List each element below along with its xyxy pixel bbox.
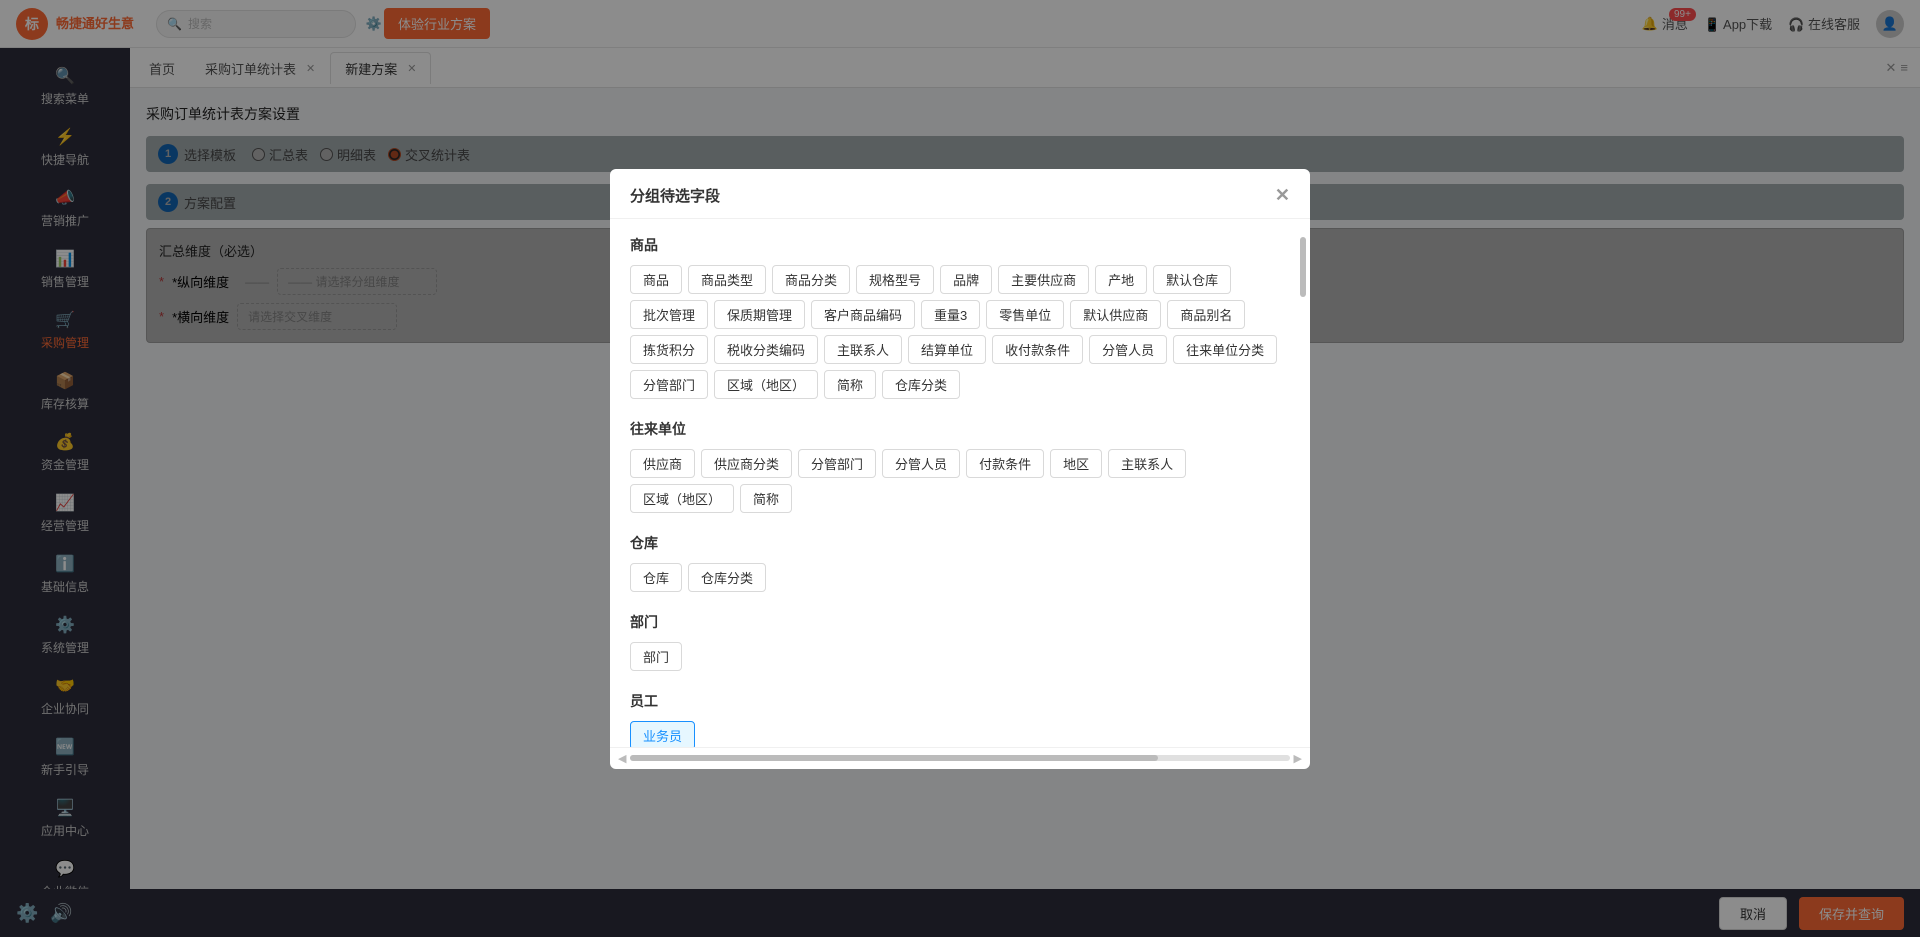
field-supplier-category[interactable]: 供应商分类 [701,449,792,478]
field-warehouse-category[interactable]: 仓库分类 [688,563,766,592]
field-pick-points[interactable]: 拣货积分 [630,335,708,364]
field-person-partner[interactable]: 分管人员 [882,449,960,478]
field-short-name-product[interactable]: 简称 [824,370,876,399]
field-payment-cond[interactable]: 付款条件 [966,449,1044,478]
field-short-name-partner[interactable]: 简称 [740,484,792,513]
modal-overlay: 分组待选字段 ✕ 商品 商品 商品类型 商品分类 规格型号 品牌 主要供应商 产… [0,0,1920,937]
field-region-partner[interactable]: 地区 [1050,449,1102,478]
field-customer-code[interactable]: 客户商品编码 [811,300,915,329]
field-product-alias[interactable]: 商品别名 [1167,300,1245,329]
field-tax-code[interactable]: 税收分类编码 [714,335,818,364]
field-main-supplier[interactable]: 主要供应商 [998,265,1089,294]
field-warehouse[interactable]: 仓库 [630,563,682,592]
product-fields: 商品 商品类型 商品分类 规格型号 品牌 主要供应商 产地 默认仓库 批次管理 … [630,265,1290,399]
scroll-left-icon[interactable]: ◀ [618,752,626,765]
field-batch-mgmt[interactable]: 批次管理 [630,300,708,329]
section-warehouse: 仓库 仓库 仓库分类 [630,533,1290,592]
field-supplier[interactable]: 供应商 [630,449,695,478]
field-shelf-life[interactable]: 保质期管理 [714,300,805,329]
field-dept-partner[interactable]: 分管部门 [798,449,876,478]
field-settlement-unit[interactable]: 结算单位 [908,335,986,364]
field-sales-person[interactable]: 业务员 [630,721,695,747]
section-partner: 往来单位 供应商 供应商分类 分管部门 分管人员 付款条件 地区 主联系人 区域… [630,419,1290,513]
field-payment-terms[interactable]: 收付款条件 [992,335,1083,364]
modal-header: 分组待选字段 ✕ [610,169,1310,219]
field-partner-category[interactable]: 往来单位分类 [1173,335,1277,364]
field-main-contact-partner[interactable]: 主联系人 [1108,449,1186,478]
field-dept-supervisor[interactable]: 分管部门 [630,370,708,399]
field-region-product[interactable]: 区域（地区） [714,370,818,399]
field-warehouse-category-product[interactable]: 仓库分类 [882,370,960,399]
group-field-modal: 分组待选字段 ✕ 商品 商品 商品类型 商品分类 规格型号 品牌 主要供应商 产… [610,169,1310,769]
section-dept-title: 部门 [630,612,1290,632]
field-main-contact[interactable]: 主联系人 [824,335,902,364]
field-dept[interactable]: 部门 [630,642,682,671]
field-origin[interactable]: 产地 [1095,265,1147,294]
modal-body: 商品 商品 商品类型 商品分类 规格型号 品牌 主要供应商 产地 默认仓库 批次… [610,219,1310,747]
section-product: 商品 商品 商品类型 商品分类 规格型号 品牌 主要供应商 产地 默认仓库 批次… [630,235,1290,399]
partner-fields: 供应商 供应商分类 分管部门 分管人员 付款条件 地区 主联系人 区域（地区） … [630,449,1290,513]
section-dept: 部门 部门 [630,612,1290,671]
field-default-supplier[interactable]: 默认供应商 [1070,300,1161,329]
section-employee-title: 员工 [630,691,1290,711]
field-product[interactable]: 商品 [630,265,682,294]
field-retail-unit[interactable]: 零售单位 [986,300,1064,329]
field-brand[interactable]: 品牌 [940,265,992,294]
field-region2-partner[interactable]: 区域（地区） [630,484,734,513]
section-product-title: 商品 [630,235,1290,255]
modal-title: 分组待选字段 [630,185,720,206]
field-spec-model[interactable]: 规格型号 [856,265,934,294]
modal-footer-scrollbar: ◀ ▶ [610,747,1310,769]
scrollbar-thumb[interactable] [1300,237,1306,297]
horizontal-scrollbar-thumb[interactable] [630,755,1157,761]
section-warehouse-title: 仓库 [630,533,1290,553]
field-supervisor[interactable]: 分管人员 [1089,335,1167,364]
section-partner-title: 往来单位 [630,419,1290,439]
field-product-type[interactable]: 商品类型 [688,265,766,294]
warehouse-fields: 仓库 仓库分类 [630,563,1290,592]
modal-close-icon[interactable]: ✕ [1275,185,1290,206]
section-employee: 员工 业务员 [630,691,1290,747]
employee-fields: 业务员 [630,721,1290,747]
field-weight3[interactable]: 重量3 [921,300,980,329]
dept-fields: 部门 [630,642,1290,671]
field-product-category[interactable]: 商品分类 [772,265,850,294]
field-default-warehouse[interactable]: 默认仓库 [1153,265,1231,294]
